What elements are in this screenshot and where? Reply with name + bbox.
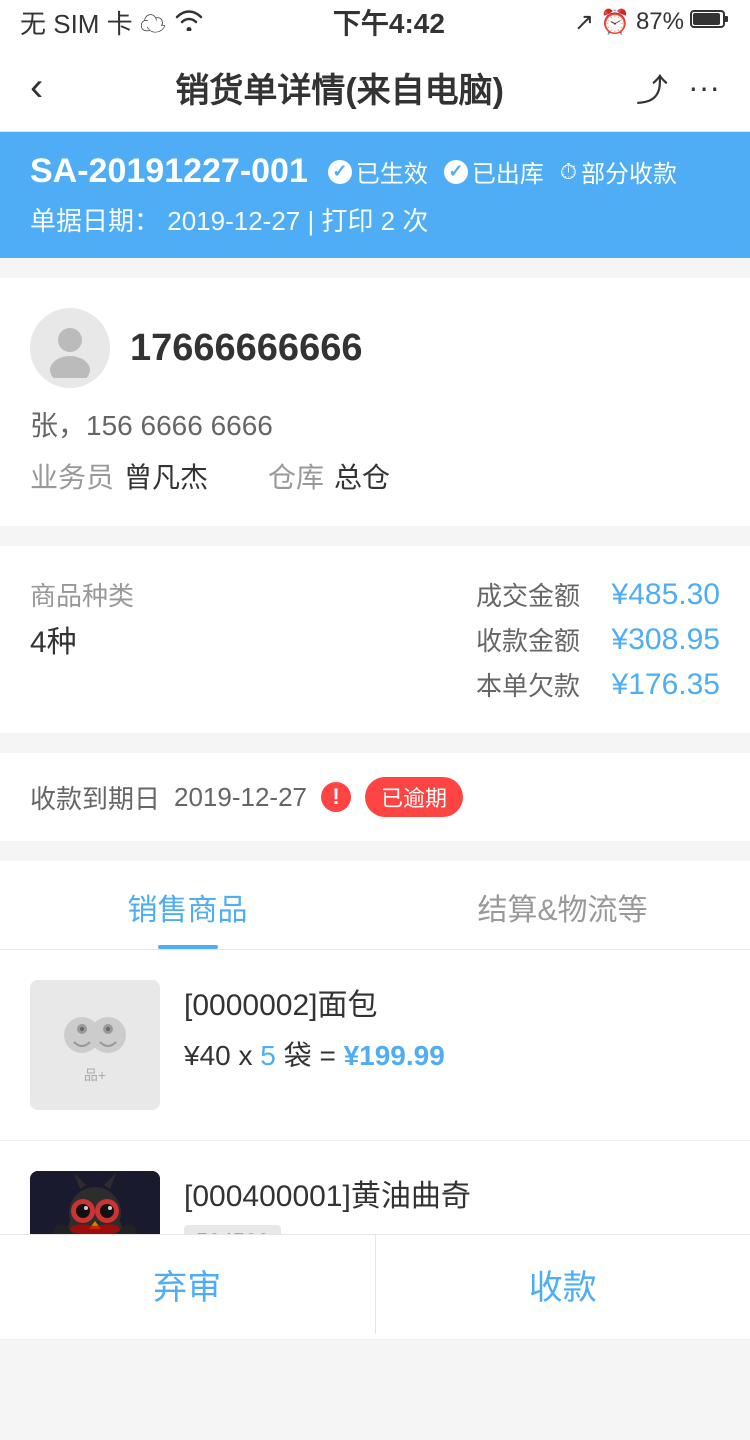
stats-right: 成交金额 ¥485.30 收款金额 ¥308.95 本单欠款 ¥176.35	[476, 576, 720, 703]
battery-level: 87%	[636, 8, 684, 36]
overdue-badge: 已逾期	[365, 777, 463, 817]
page-title: 销货单详情(来自电脑)	[175, 63, 504, 112]
more-button[interactable]: ···	[688, 69, 720, 106]
status-time: 下午4:42	[333, 2, 445, 42]
product-name-2: [000400001]黄油曲奇	[184, 1171, 720, 1215]
received-row: 收款金额 ¥308.95	[476, 621, 720, 658]
cancel-button[interactable]: 弃审	[0, 1235, 376, 1334]
stats-section: 商品种类 4种 成交金额 ¥485.30 收款金额 ¥308.95 本单欠款 ¥…	[0, 546, 750, 733]
amount-row: 成交金额 ¥485.30	[476, 576, 720, 613]
order-date-line: 单据日期： 2019-12-27 | 打印 2 次	[30, 201, 720, 238]
status-right: ↗ ⏰ 87%	[574, 8, 730, 37]
clock-icon: ⏱	[560, 159, 577, 185]
due-section: 收款到期日 2019-12-27 ! 已逾期	[0, 753, 750, 841]
overdue-warning-icon: !	[321, 782, 351, 812]
sales-person: 业务员 曾凡杰	[30, 456, 208, 496]
back-button[interactable]: ‹	[30, 65, 43, 110]
alarm-icon: ⏰	[600, 8, 630, 37]
order-badges: ✓ 已生效 ✓ 已出库 ⏱ 部分收款	[328, 154, 677, 189]
stats-left: 商品种类 4种	[30, 576, 134, 661]
product-item: 品+ [0000002]面包 ¥40 x 5 袋 = ¥199.99	[0, 950, 750, 1141]
sim-status: 无 SIM 卡 ☁	[20, 4, 166, 41]
customer-avatar	[30, 308, 110, 388]
due-label: 收款到期日	[30, 779, 160, 816]
customer-name-phone: 张，156 6666 6666	[30, 404, 720, 444]
order-id: SA-20191227-001	[30, 152, 308, 191]
svg-text:品+: 品+	[84, 1067, 106, 1083]
product-thumbnail-1: 品+	[30, 980, 160, 1110]
tabs-container: 销售商品 结算&物流等	[0, 861, 750, 950]
tab-settlement[interactable]: 结算&物流等	[375, 861, 750, 949]
check-icon-activated: ✓	[328, 160, 352, 184]
balance-row: 本单欠款 ¥176.35	[476, 666, 720, 703]
badge-partial: ⏱ 部分收款	[560, 154, 677, 189]
product-price-1: ¥40 x 5 袋 = ¥199.99	[184, 1034, 720, 1074]
battery-icon	[690, 8, 730, 37]
location-icon: ↗	[574, 8, 594, 37]
badge-activated: ✓ 已生效	[328, 154, 428, 189]
status-bar: 无 SIM 卡 ☁ 下午4:42 ↗ ⏰ 87%	[0, 0, 750, 44]
share-button[interactable]: ⤴	[636, 65, 668, 111]
product-name-1: [0000002]面包	[184, 980, 720, 1024]
customer-phone: 17666666666	[130, 327, 362, 370]
customer-meta: 业务员 曾凡杰 仓库 总仓	[30, 456, 720, 496]
bottom-bar: 弃审 收款	[0, 1234, 750, 1334]
tab-sales-products[interactable]: 销售商品	[0, 861, 375, 949]
warehouse: 仓库 总仓	[268, 456, 390, 496]
nav-left: ‹	[30, 65, 43, 110]
confirm-button[interactable]: 收款	[376, 1235, 750, 1334]
check-icon-shipped: ✓	[444, 160, 468, 184]
order-header: SA-20191227-001 ✓ 已生效 ✓ 已出库 ⏱ 部分收款 单据日期：…	[0, 132, 750, 258]
product-info-1: [0000002]面包 ¥40 x 5 袋 = ¥199.99	[184, 980, 720, 1074]
status-left: 无 SIM 卡 ☁	[20, 4, 204, 41]
badge-shipped: ✓ 已出库	[444, 154, 544, 189]
nav-right: ⤴ ···	[636, 65, 720, 111]
wifi-icon	[174, 7, 204, 38]
nav-bar: ‹ 销货单详情(来自电脑) ⤴ ···	[0, 44, 750, 132]
due-date: 2019-12-27	[174, 782, 307, 813]
customer-section: 17666666666 张，156 6666 6666 业务员 曾凡杰 仓库 总…	[0, 278, 750, 526]
